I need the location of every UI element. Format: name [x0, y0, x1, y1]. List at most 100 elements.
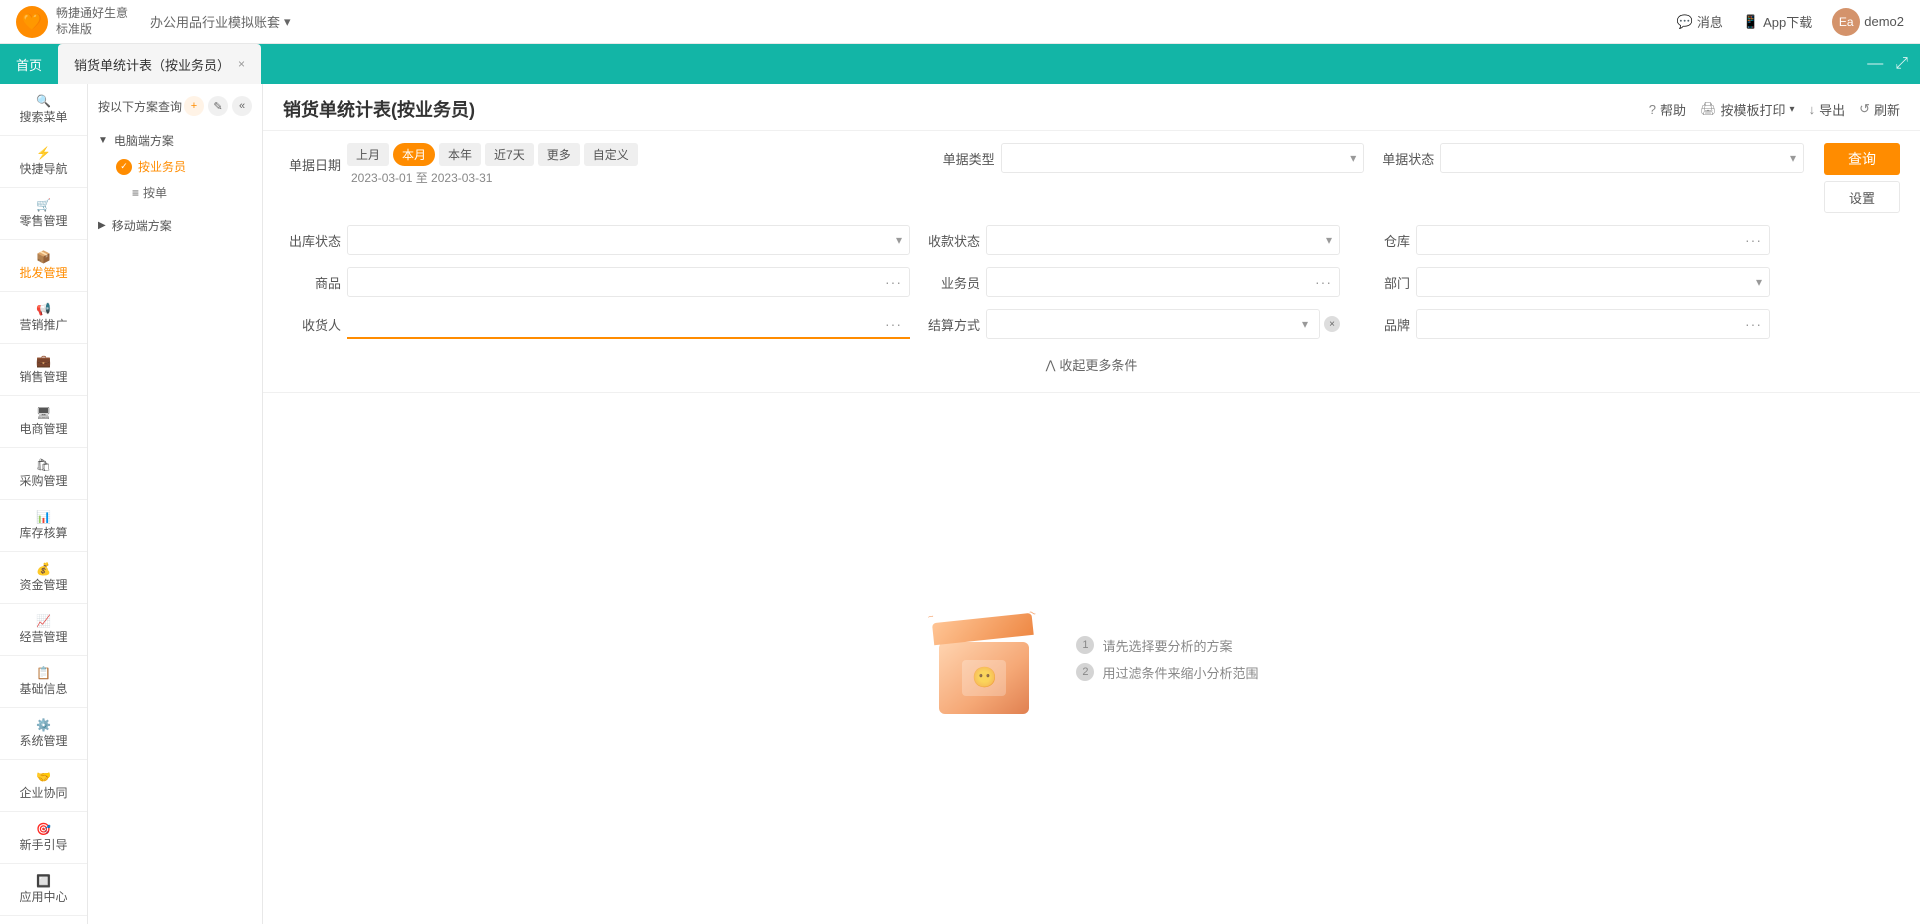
doc-type-label: 单据类型 [937, 149, 995, 168]
doc-status-select[interactable] [1440, 143, 1804, 173]
sidebar-item-finance[interactable]: 💰 资金管理 [0, 552, 87, 604]
empty-hint-2: 2 用过滤条件来缩小分析范围 [1076, 663, 1258, 682]
out-status-select[interactable] [347, 225, 910, 255]
brand-input[interactable] [1416, 309, 1770, 339]
finance-icon: 💰 [4, 562, 83, 576]
minimize-icon[interactable]: — [1867, 55, 1883, 73]
tab-active[interactable]: 销货单统计表（按业务员） × [58, 44, 261, 84]
top-bar: 🧡 畅捷通好生意 标准版 办公用品行业模拟账套 ▾ 💬 消息 📱 App下载 E… [0, 0, 1920, 44]
sidebar-item-enterprise-label: 企业协同 [4, 784, 83, 801]
date-btn-custom[interactable]: 自定义 [584, 143, 638, 166]
logo-text: 畅捷通好生意 标准版 [56, 6, 128, 37]
sidebar-item-search[interactable]: 🔍 搜索菜单 [0, 84, 87, 136]
breadcrumb-text: 办公用品行业模拟账套 [150, 12, 280, 31]
sidebar-item-retail[interactable]: 🛒 零售管理 [0, 188, 87, 240]
purchase-icon: 🛍 [4, 458, 83, 472]
order-icon: ≡ [132, 186, 139, 200]
user-name: demo2 [1864, 14, 1904, 29]
empty-hint-1-text: 请先选择要分析的方案 [1102, 636, 1232, 655]
guide-icon: 🎯 [4, 822, 83, 836]
maximize-icon[interactable]: ⤢ [1895, 55, 1908, 73]
sidebar-item-purchase[interactable]: 🛍 采购管理 [0, 448, 87, 500]
sidebar-item-quick-nav[interactable]: ⚡ 快捷导航 [0, 136, 87, 188]
sidebar-item-retail-label: 零售管理 [4, 212, 83, 229]
wholesale-icon: 📦 [4, 250, 83, 264]
settings-button[interactable]: 设置 [1824, 181, 1900, 213]
apps-icon: 🔲 [4, 874, 83, 888]
sidebar-item-ecommerce[interactable]: 🖥 电商管理 [0, 396, 87, 448]
scheme-section-mobile-title[interactable]: ▶ 移动端方案 [88, 213, 262, 238]
date-label: 单据日期 [283, 155, 341, 174]
date-btn-7days[interactable]: 近7天 [485, 143, 534, 166]
user-area[interactable]: Ea demo2 [1832, 8, 1904, 36]
sidebar-item-apps[interactable]: 🔲 应用中心 [0, 864, 87, 916]
staff-input[interactable] [986, 267, 1340, 297]
breadcrumb[interactable]: 办公用品行业模拟账套 ▾ [150, 12, 291, 31]
sidebar-item-wholesale[interactable]: 📦 批发管理 [0, 240, 87, 292]
sidebar-item-operations-label: 经营管理 [4, 628, 83, 645]
tab-home[interactable]: 首页 [0, 44, 58, 84]
export-button[interactable]: ↓ 导出 [1809, 100, 1846, 119]
print-label: 按模板打印 [1721, 100, 1786, 119]
avatar: Ea [1832, 8, 1860, 36]
staff-label: 业务员 [922, 273, 980, 292]
sidebar-item-basic-info-label: 基础信息 [4, 680, 83, 697]
app-icon: 📱 [1743, 14, 1759, 30]
receiver-input[interactable] [347, 309, 910, 339]
sidebar-item-system[interactable]: ⚙️ 系统管理 [0, 708, 87, 760]
query-button[interactable]: 查询 [1824, 143, 1900, 175]
date-btn-this-month[interactable]: 本月 [393, 143, 435, 166]
scheme-section-desktop-label: 电脑端方案 [114, 132, 174, 149]
sidebar-item-sales[interactable]: 💼 销售管理 [0, 344, 87, 396]
out-status-label: 出库状态 [283, 231, 341, 250]
tab-close-icon[interactable]: × [238, 57, 245, 71]
goods-input[interactable] [347, 267, 910, 297]
sidebar-item-enterprise[interactable]: 🤝 企业协同 [0, 760, 87, 812]
scheme-item-by-staff-label: 按业务员 [138, 158, 186, 175]
refresh-button[interactable]: ↺ 刷新 [1859, 100, 1900, 119]
settle-clear-icon[interactable]: × [1324, 316, 1340, 332]
scheme-item-by-order[interactable]: ≡ 按单 [88, 180, 262, 205]
app-download-button[interactable]: 📱 App下载 [1743, 12, 1812, 31]
empty-hint-1: 1 请先选择要分析的方案 [1076, 636, 1232, 655]
logo-line2: 标准版 [56, 22, 128, 38]
date-btn-more[interactable]: 更多 [538, 143, 580, 166]
print-button[interactable]: 🖨 按模板打印 ▾ [1700, 100, 1795, 119]
filter-area: 单据日期 上月 本月 本年 近7天 更多 自定义 2023-03-01 至 20… [263, 131, 1920, 393]
scheme-item-dot: ✓ [116, 159, 132, 175]
sidebar-item-operations[interactable]: 📈 经营管理 [0, 604, 87, 656]
scheme-panel-icons: + ✎ « [184, 96, 252, 116]
sidebar-item-marketing[interactable]: 📢 营销推广 [0, 292, 87, 344]
scheme-section-desktop-title[interactable]: ▼ 电脑端方案 [88, 128, 262, 153]
sidebar-item-system-label: 系统管理 [4, 732, 83, 749]
collect-status-select[interactable] [986, 225, 1340, 255]
sidebar-item-wechat[interactable]: 💬 企业微信 [0, 916, 87, 924]
warehouse-input[interactable] [1416, 225, 1770, 255]
sidebar-item-guide[interactable]: 🎯 新手引导 [0, 812, 87, 864]
scheme-edit-icon[interactable]: ✎ [208, 96, 228, 116]
message-label: 消息 [1697, 12, 1723, 31]
dept-select[interactable] [1416, 267, 1770, 297]
message-button[interactable]: 💬 消息 [1677, 12, 1723, 31]
empty-fly1: ~ [1027, 605, 1038, 621]
print-icon: 🖨 [1700, 101, 1717, 117]
scheme-item-by-staff[interactable]: ✓ 按业务员 [88, 153, 262, 180]
help-button[interactable]: ? 帮助 [1649, 100, 1686, 119]
sidebar-item-wholesale-label: 批发管理 [4, 264, 83, 281]
date-range-text: 2023-03-01 至 2023-03-31 [347, 169, 925, 186]
sidebar-item-inventory[interactable]: 📊 库存核算 [0, 500, 87, 552]
scheme-panel-header: 按以下方案查询 + ✎ « [88, 92, 262, 124]
date-btn-this-year[interactable]: 本年 [439, 143, 481, 166]
collapse-button[interactable]: ⋀ 收起更多条件 [283, 349, 1900, 380]
doc-type-select[interactable] [1001, 143, 1365, 173]
sidebar-item-basic-info[interactable]: 📋 基础信息 [0, 656, 87, 708]
date-btn-last-month[interactable]: 上月 [347, 143, 389, 166]
collapse-arrow-icon: ⋀ [1046, 358, 1056, 372]
logo-area: 🧡 畅捷通好生意 标准版 [16, 6, 128, 38]
settle-input[interactable] [986, 309, 1320, 339]
scheme-collapse-icon[interactable]: « [232, 96, 252, 116]
sidebar-item-ecommerce-label: 电商管理 [4, 420, 83, 437]
sidebar-item-search-label: 搜索菜单 [4, 108, 83, 125]
empty-box-body: 😶 [939, 642, 1029, 714]
scheme-add-icon[interactable]: + [184, 96, 204, 116]
